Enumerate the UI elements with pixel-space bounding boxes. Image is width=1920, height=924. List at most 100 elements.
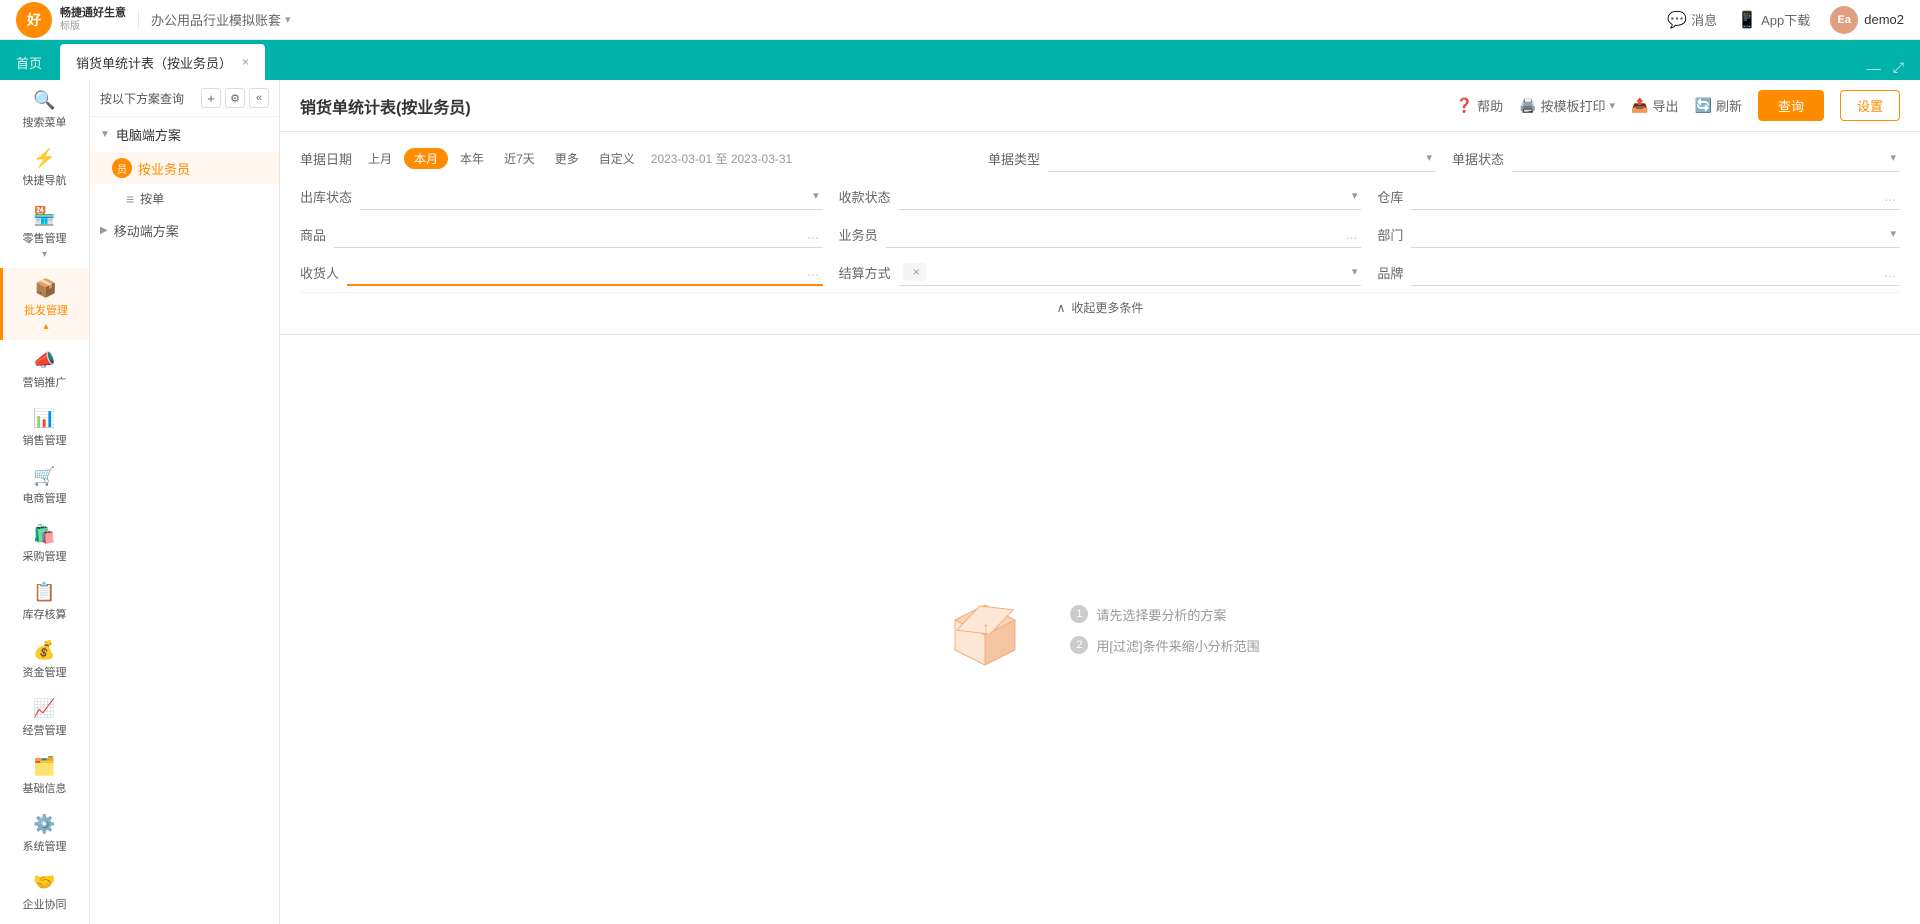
sidebar-item-purchase[interactable]: 🛍️ 采购管理	[0, 514, 89, 572]
tab-home[interactable]: 首页	[0, 44, 58, 80]
sales-icon: 📊	[33, 408, 55, 429]
sidebar-item-ecommerce[interactable]: 🛒 电商管理	[0, 456, 89, 514]
tab-active[interactable]: 销货单统计表（按业务员） ×	[60, 44, 265, 80]
download-icon: 📱	[1737, 10, 1757, 30]
mobile-group-arrow: ▶	[100, 225, 108, 236]
logo-area: 好 畅捷通好生意 标版	[16, 2, 126, 38]
page-title: 销货单统计表(按业务员)	[300, 94, 471, 118]
sidebar-item-enterprise[interactable]: 🤝 企业协同	[0, 862, 89, 920]
sub-item-icon: ≡	[126, 191, 134, 207]
app-selector-arrow: ▾	[285, 13, 291, 26]
department-arrow: ▾	[1890, 227, 1896, 240]
department-select[interactable]: ▾	[1411, 220, 1900, 248]
recipient-input[interactable]: ...	[347, 258, 823, 286]
template-print-button[interactable]: 🖨️ 按模板打印 ▾	[1519, 96, 1615, 115]
date-btn-more[interactable]: 更多	[547, 148, 587, 169]
sidebar-item-basic[interactable]: 🗂️ 基础信息	[0, 746, 89, 804]
app-selector[interactable]: 办公用品行业模拟账套 ▾	[138, 10, 291, 29]
quicknav-icon: ⚡	[33, 148, 55, 169]
out-status-arrow: ▾	[813, 189, 819, 202]
date-btn-last-month[interactable]: 上月	[360, 148, 400, 169]
recv-status-label: 收款状态	[839, 187, 891, 206]
system-icon: ⚙️	[33, 814, 55, 835]
doc-type-select[interactable]: ▾	[1048, 144, 1436, 172]
help-icon: ❓	[1456, 97, 1473, 114]
brand-label: 品牌	[1377, 263, 1403, 282]
enterprise-icon: 🤝	[33, 872, 55, 893]
date-btn-this-month[interactable]: 本月	[404, 148, 448, 169]
filter-area: 单据日期 上月 本月 本年 近7天 更多 自定义 2023-03-01 至 20…	[280, 132, 1920, 335]
sidebar-item-newbie[interactable]: 🎯 新手引导	[0, 920, 89, 924]
desktop-group-arrow: ▼	[100, 129, 110, 140]
panel-header-label: 按以下方案查询	[100, 90, 184, 107]
doc-status-arrow: ▾	[1890, 151, 1896, 164]
sidebar-item-search-menu[interactable]: 🔍 搜索菜单	[0, 80, 89, 138]
date-btn-this-year[interactable]: 本年	[452, 148, 492, 169]
app-download-button[interactable]: 📱 App下载	[1737, 10, 1810, 30]
user-area[interactable]: Ea demo2	[1830, 6, 1904, 34]
doc-status-select[interactable]: ▾	[1512, 144, 1900, 172]
refresh-icon: 🔄	[1695, 97, 1712, 114]
panel-add-btn[interactable]: +	[201, 88, 221, 108]
empty-hints: 1 请先选择要分析的方案 2 用[过滤]条件来缩小分析范围	[1070, 605, 1259, 655]
warehouse-label: 仓库	[1377, 187, 1403, 206]
panel-item-by-salesperson[interactable]: 员 按业务员	[90, 152, 279, 184]
basic-icon: 🗂️	[33, 756, 55, 777]
refresh-button[interactable]: 🔄 刷新	[1695, 96, 1742, 115]
doc-type-label: 单据类型	[988, 149, 1040, 168]
recv-status-select[interactable]: ▾	[899, 182, 1362, 210]
message-button[interactable]: 💬 消息	[1667, 10, 1717, 30]
wholesale-icon: 📦	[35, 278, 57, 299]
sidebar-item-operations[interactable]: 📈 经营管理	[0, 688, 89, 746]
tab-maximize-btn[interactable]: ⤢	[1893, 59, 1904, 76]
collapse-button[interactable]: ∧ 收起更多条件	[300, 292, 1900, 322]
export-button[interactable]: 📤 导出	[1631, 96, 1678, 115]
sidebar-item-wholesale[interactable]: 📦 批发管理 ▴	[0, 268, 89, 340]
collapse-icon: ∧	[1057, 301, 1066, 315]
date-btn-7days[interactable]: 近7天	[496, 148, 543, 169]
avatar: Ea	[1830, 6, 1858, 34]
query-button[interactable]: 查询	[1758, 90, 1824, 121]
sidebar-item-retail[interactable]: 🏪 零售管理 ▾	[0, 196, 89, 268]
marketing-icon: 📣	[33, 350, 55, 371]
hint1-text: 请先选择要分析的方案	[1096, 605, 1226, 624]
tab-close-icon[interactable]: ×	[242, 55, 249, 69]
sidebar-item-marketing[interactable]: 📣 营销推广	[0, 340, 89, 398]
sidebar-item-finance[interactable]: 💰 资金管理	[0, 630, 89, 688]
panel-sub-item-by-order[interactable]: ≡ 按单	[90, 184, 279, 213]
doc-status-label: 单据状态	[1452, 149, 1504, 168]
empty-illustration: ↑	[940, 585, 1030, 675]
search-icon: 🔍	[33, 90, 55, 111]
mobile-group-header[interactable]: ▶ 移动端方案	[90, 213, 279, 248]
out-status-select[interactable]: ▾	[360, 182, 823, 210]
help-button[interactable]: ❓ 帮助	[1456, 96, 1503, 115]
print-icon: 🖨️	[1519, 97, 1536, 114]
settings-button[interactable]: 设置	[1840, 90, 1900, 121]
warehouse-input[interactable]: ...	[1411, 182, 1900, 210]
sidebar-item-quick-nav[interactable]: ⚡ 快捷导航	[0, 138, 89, 196]
desktop-group-header[interactable]: ▼ 电脑端方案	[90, 117, 279, 152]
panel-settings-btn[interactable]: ⚙	[225, 88, 245, 108]
left-panel: 按以下方案查询 + ⚙ « ▼ 电脑端方案 员 按业务员 ≡ 按单	[90, 80, 280, 924]
purchase-icon: 🛍️	[33, 524, 55, 545]
logo-icon: 好	[16, 2, 52, 38]
payment-select[interactable]: × ▾	[899, 258, 1362, 286]
tab-minimize-btn[interactable]: —	[1867, 60, 1881, 76]
salesperson-input[interactable]: ...	[886, 220, 1362, 248]
goods-input[interactable]: ...	[334, 220, 823, 248]
sidebar: 🔍 搜索菜单 ⚡ 快捷导航 🏪 零售管理 ▾ 📦 批发管理 ▴ 📣 营销推广 📊…	[0, 80, 90, 924]
operations-icon: 📈	[33, 698, 55, 719]
topbar: 好 畅捷通好生意 标版 办公用品行业模拟账套 ▾ 💬 消息 📱 App下载 Ea…	[0, 0, 1920, 40]
brand-input[interactable]: ...	[1411, 258, 1900, 286]
department-label: 部门	[1377, 225, 1403, 244]
retail-icon: 🏪	[33, 206, 55, 227]
panel-collapse-btn[interactable]: «	[249, 88, 269, 108]
hint2-text: 用[过滤]条件来缩小分析范围	[1096, 636, 1259, 655]
date-btn-custom[interactable]: 自定义	[591, 148, 643, 169]
payment-tag-close[interactable]: ×	[913, 265, 920, 279]
item-active-icon: 员	[112, 158, 132, 178]
sidebar-item-system[interactable]: ⚙️ 系统管理	[0, 804, 89, 862]
sidebar-item-inventory[interactable]: 📋 库存核算	[0, 572, 89, 630]
salesperson-label: 业务员	[839, 225, 878, 244]
sidebar-item-sales[interactable]: 📊 销售管理	[0, 398, 89, 456]
